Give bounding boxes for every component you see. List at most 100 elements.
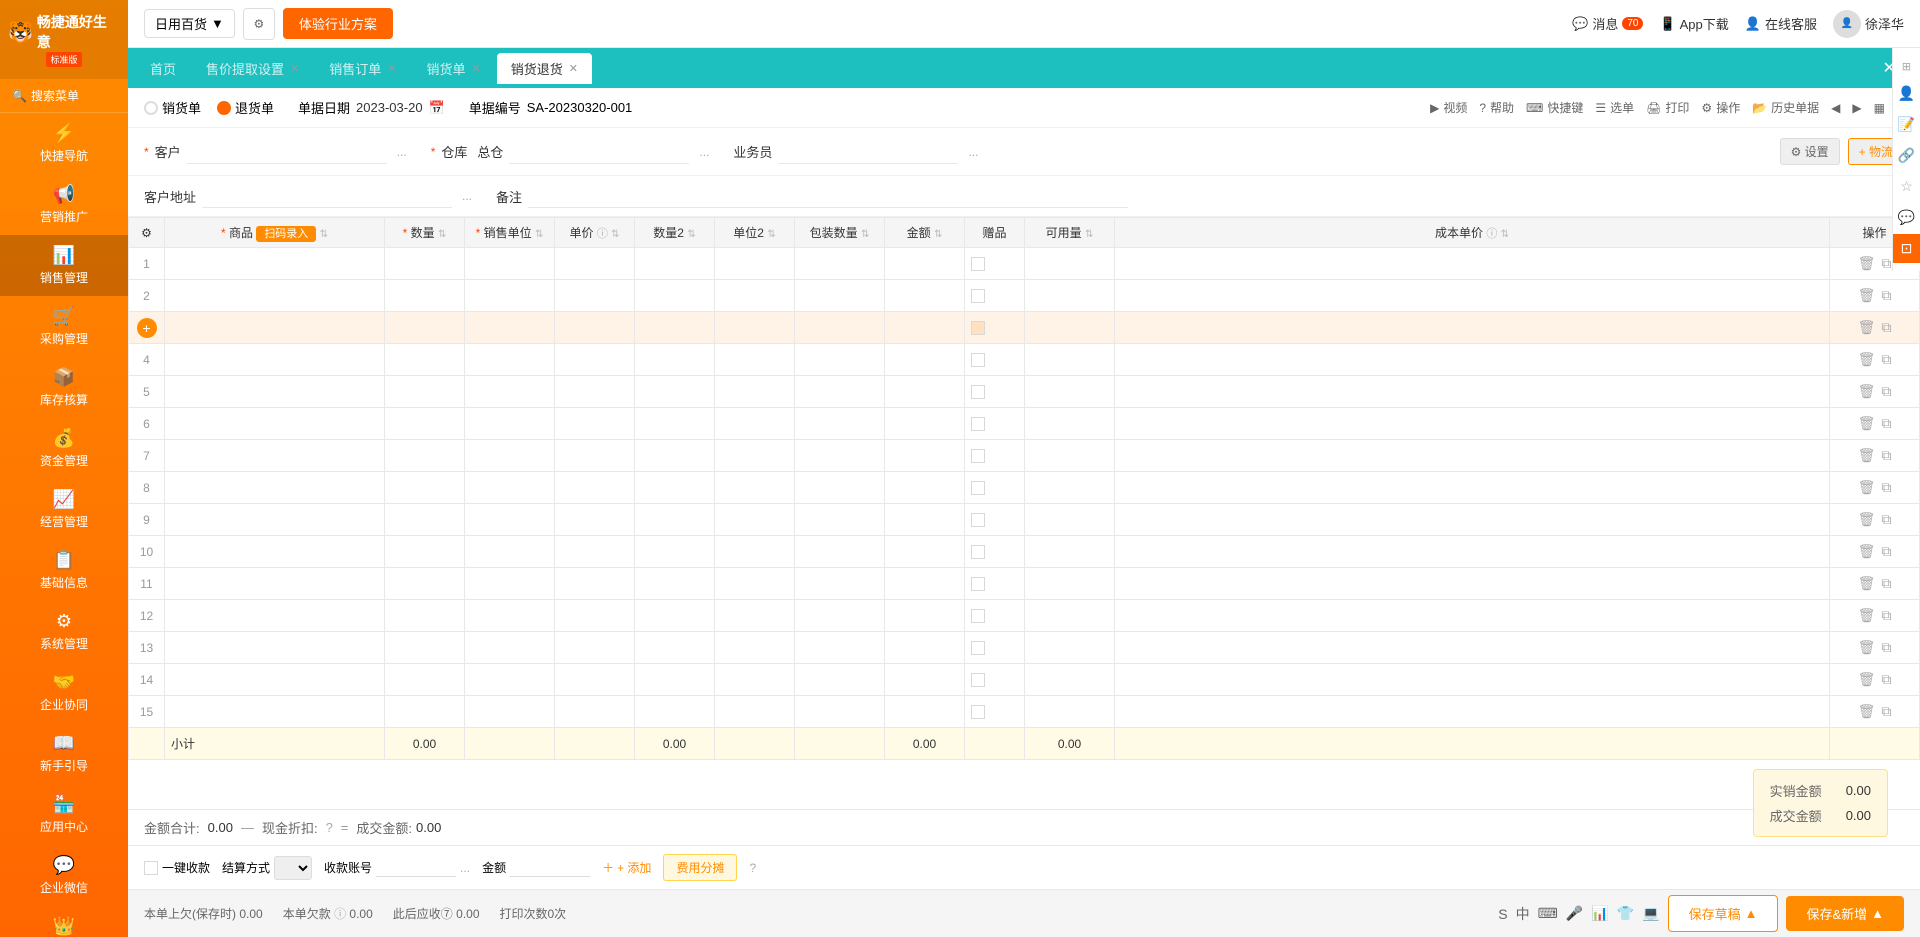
- sidebar-item-marketing[interactable]: 📢 营销推广: [0, 174, 128, 235]
- trial-button[interactable]: 体验行业方案: [283, 8, 393, 39]
- staff-dots[interactable]: ...: [968, 145, 978, 159]
- right-panel-btn-7[interactable]: ⊡: [1893, 234, 1920, 263]
- right-panel-btn-5[interactable]: ☆: [1893, 172, 1920, 201]
- delete-icon[interactable]: 🗑: [1858, 479, 1876, 496]
- sidebar-item-inventory[interactable]: 📦 库存核算: [0, 357, 128, 418]
- payment-amount-input[interactable]: [510, 858, 590, 877]
- sidebar-item-member[interactable]: 👑 畅会员: [0, 906, 128, 937]
- sort-pack-icon[interactable]: ⇅: [861, 229, 869, 240]
- sort-avail-icon[interactable]: ⇅: [1085, 229, 1093, 240]
- copy-icon[interactable]: ⧉: [1881, 671, 1891, 688]
- gift-checkbox[interactable]: [971, 705, 985, 719]
- user-profile[interactable]: 👤 徐泽华: [1833, 10, 1904, 38]
- delete-icon[interactable]: 🗑: [1858, 703, 1876, 720]
- calc-method-select[interactable]: [274, 856, 312, 880]
- toolbar-icon-4[interactable]: 🎤: [1566, 905, 1583, 922]
- delete-icon[interactable]: 🗑: [1858, 255, 1876, 272]
- right-panel-btn-3[interactable]: 📝: [1893, 110, 1920, 139]
- sort-qty-icon[interactable]: ⇅: [438, 229, 446, 240]
- price-info-icon[interactable]: ⓘ: [597, 228, 608, 240]
- sidebar-item-shortcut[interactable]: ⚡ 快捷导航: [0, 113, 128, 174]
- toolbar-operate[interactable]: ⚙ 操作: [1701, 99, 1740, 116]
- tab-sales-order[interactable]: 销售订单 ✕: [315, 53, 410, 84]
- toolbar-grid-view[interactable]: ▦: [1874, 101, 1885, 115]
- copy-icon[interactable]: ⧉: [1881, 351, 1891, 368]
- gift-checkbox[interactable]: [971, 417, 985, 431]
- save-draft-button[interactable]: 保存草稿 ▲: [1668, 895, 1779, 932]
- header-settings-btn[interactable]: ⚙: [243, 8, 275, 40]
- toolbar-select[interactable]: ☰ 选单: [1595, 99, 1634, 116]
- tab-close-sales-delivery[interactable]: ✕: [472, 62, 481, 75]
- tab-sales-return[interactable]: 销货退货 ✕: [497, 53, 592, 84]
- gear-icon[interactable]: ⚙: [141, 226, 152, 240]
- add-row-btn[interactable]: +: [137, 318, 157, 338]
- sort-amount-icon[interactable]: ⇅: [934, 229, 942, 240]
- daily-select[interactable]: 日用百货 ▼: [144, 9, 235, 38]
- copy-icon[interactable]: ⧉: [1881, 607, 1891, 624]
- delete-icon[interactable]: 🗑: [1858, 511, 1876, 528]
- radio-return-btn[interactable]: [217, 101, 231, 115]
- account-input[interactable]: [376, 858, 456, 877]
- toolbar-video[interactable]: ▶ 视频: [1430, 99, 1467, 116]
- sidebar-item-basic[interactable]: 📋 基础信息: [0, 540, 128, 601]
- gift-checkbox[interactable]: [971, 385, 985, 399]
- copy-icon[interactable]: ⧉: [1881, 511, 1891, 528]
- copy-icon[interactable]: ⧉: [1881, 447, 1891, 464]
- copy-icon[interactable]: ⧉: [1881, 383, 1891, 400]
- delete-icon[interactable]: 🗑: [1858, 639, 1876, 656]
- tab-home[interactable]: 首页: [136, 53, 190, 84]
- copy-icon[interactable]: ⧉: [1881, 415, 1891, 432]
- settings-button[interactable]: ⚙ 设置: [1780, 138, 1840, 165]
- address-dots[interactable]: ...: [462, 189, 472, 203]
- col-settings[interactable]: ⚙: [129, 218, 165, 248]
- gift-checkbox[interactable]: [971, 545, 985, 559]
- goods-input-active[interactable]: [171, 320, 378, 335]
- per-debt-info-icon[interactable]: ⓘ: [334, 907, 346, 921]
- delete-icon[interactable]: 🗑: [1858, 287, 1876, 304]
- toolbar-history[interactable]: 📂 历史单据: [1752, 99, 1819, 116]
- sort-unit-icon[interactable]: ⇅: [535, 229, 543, 240]
- copy-icon[interactable]: ⧉: [1881, 319, 1891, 336]
- warehouse-dots[interactable]: ...: [699, 145, 709, 159]
- gift-checkbox[interactable]: [971, 577, 985, 591]
- gift-checkbox[interactable]: [971, 257, 985, 271]
- cost-info-icon[interactable]: ⓘ: [1486, 228, 1497, 240]
- toolbar-next[interactable]: ▶: [1852, 101, 1861, 115]
- tab-price-settings[interactable]: 售价提取设置 ✕: [192, 53, 313, 84]
- delete-icon[interactable]: 🗑: [1858, 671, 1876, 688]
- toolbar-prev[interactable]: ◀: [1831, 101, 1840, 115]
- one-click-payment-checkbox[interactable]: 一键收款: [144, 859, 210, 876]
- save-new-button[interactable]: 保存&新增 ▲: [1786, 896, 1904, 931]
- sort-cost-icon[interactable]: ⇅: [1501, 229, 1509, 240]
- expense-help-icon[interactable]: ?: [749, 861, 756, 875]
- delete-icon[interactable]: 🗑: [1858, 607, 1876, 624]
- copy-icon[interactable]: ⧉: [1881, 255, 1891, 272]
- toolbar-print[interactable]: 🖨 打印: [1646, 99, 1689, 116]
- remarks-input[interactable]: [528, 184, 1128, 208]
- copy-icon[interactable]: ⧉: [1881, 639, 1891, 656]
- toolbar-icon-2[interactable]: 中: [1516, 904, 1530, 924]
- account-dots[interactable]: ...: [460, 861, 470, 875]
- customer-dots[interactable]: ...: [397, 145, 407, 159]
- calendar-icon[interactable]: 📅: [429, 100, 445, 116]
- sidebar-item-guide[interactable]: 📖 新手引导: [0, 723, 128, 784]
- sidebar-search[interactable]: 🔍 搜索菜单: [0, 79, 128, 113]
- gift-checkbox-active[interactable]: [971, 321, 985, 335]
- gift-checkbox[interactable]: [971, 449, 985, 463]
- right-panel-btn-1[interactable]: ⊞: [1893, 56, 1920, 77]
- delete-icon[interactable]: 🗑: [1858, 447, 1876, 464]
- tab-close-sales-return[interactable]: ✕: [569, 62, 578, 75]
- right-panel-btn-4[interactable]: 🔗: [1893, 141, 1920, 170]
- toolbar-shortcut[interactable]: ⌨ 快捷键: [1526, 99, 1583, 116]
- online-support-btn[interactable]: 👤 在线客服: [1745, 14, 1817, 33]
- gift-checkbox[interactable]: [971, 641, 985, 655]
- scan-btn[interactable]: 扫码录入: [256, 226, 316, 242]
- toolbar-icon-7[interactable]: 💻: [1642, 905, 1659, 922]
- add-payment-btn[interactable]: ＋ + 添加: [602, 859, 651, 876]
- toolbar-icon-5[interactable]: 📊: [1591, 905, 1608, 922]
- sort-goods-icon[interactable]: ⇅: [320, 229, 328, 240]
- warehouse-input[interactable]: [509, 140, 689, 164]
- toolbar-icon-1[interactable]: S: [1498, 906, 1507, 922]
- toolbar-help[interactable]: ? 帮助: [1479, 99, 1514, 116]
- copy-icon[interactable]: ⧉: [1881, 479, 1891, 496]
